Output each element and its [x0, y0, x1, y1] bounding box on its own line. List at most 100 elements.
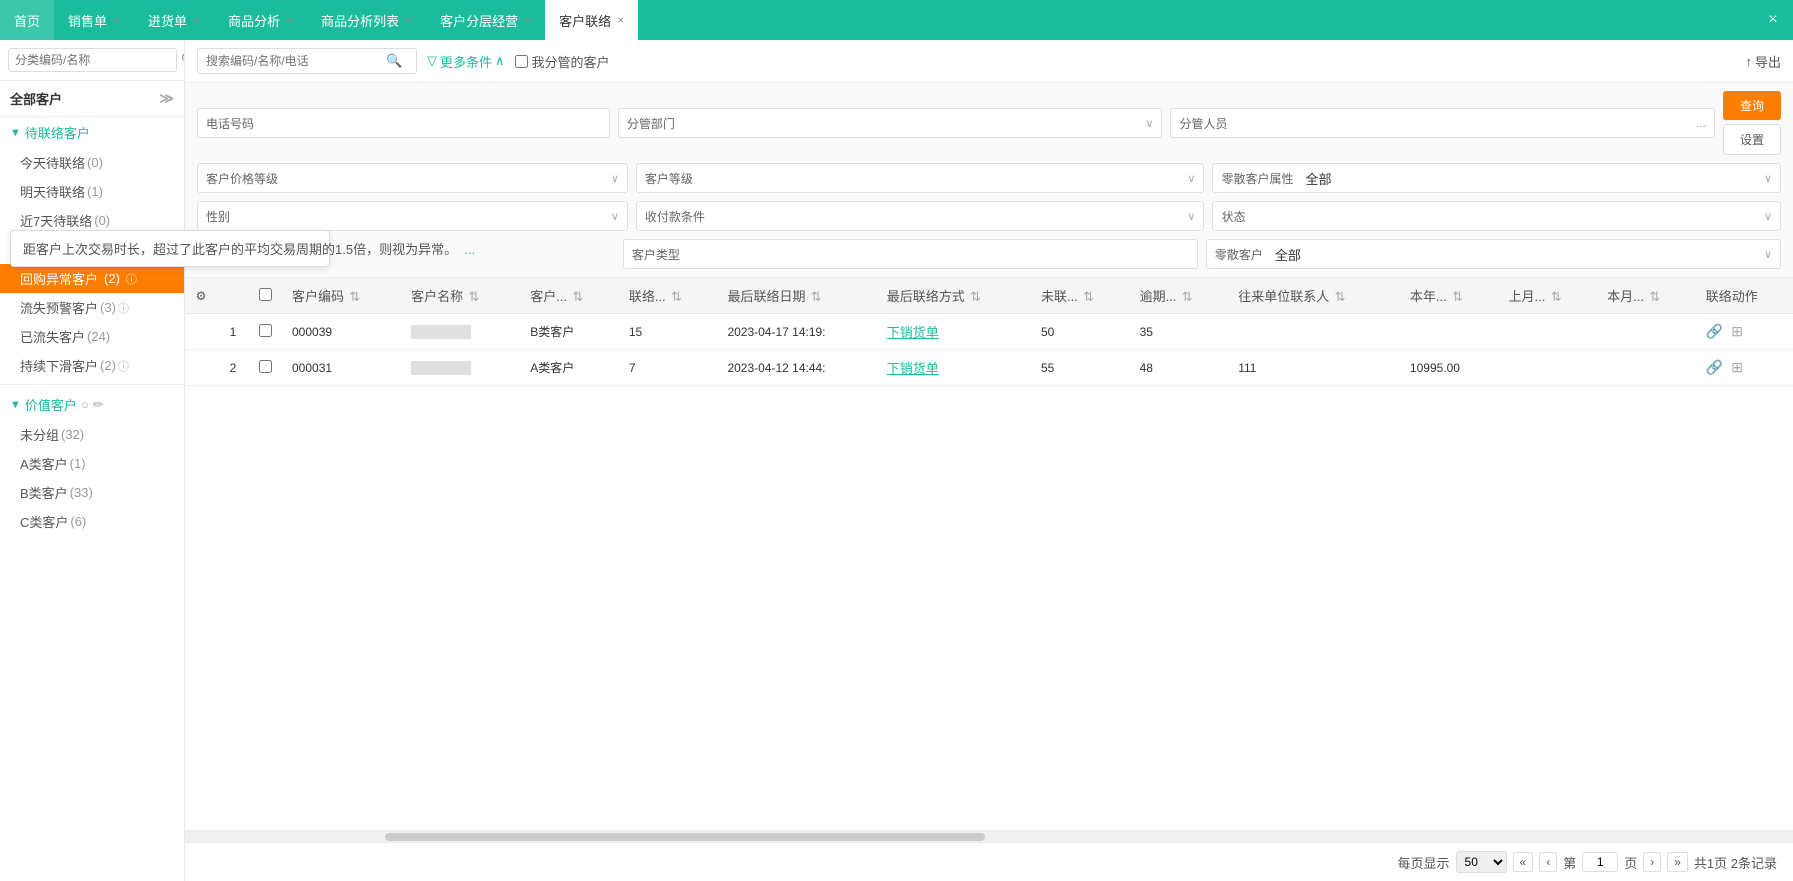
repurchase-abnormal-label: 回购异常客户 [20, 269, 98, 288]
sidebar-repurchase-abnormal[interactable]: 回购异常客户 (2) ⓘ [0, 264, 184, 293]
row1-type: B类客户 [520, 314, 619, 350]
phone-label: 电话号码 [206, 115, 254, 132]
retail-field[interactable]: 零散客户 全部 ∨ [1206, 239, 1781, 269]
col-last-date-sort[interactable]: ⇅ [811, 289, 822, 304]
scrollbar-thumb[interactable] [385, 833, 985, 841]
nav-customer-contact-close[interactable]: × [617, 13, 624, 27]
next-page-btn[interactable]: › [1643, 852, 1661, 872]
price-level-field[interactable]: 客户价格等级 ∨ [197, 163, 628, 193]
sidebar-collapse-btn[interactable]: ≫ [159, 90, 174, 107]
nav-customer-contact[interactable]: 客户联络 × [545, 0, 638, 40]
col-this-month-sort[interactable]: ⇅ [1649, 289, 1660, 304]
row2-select[interactable] [259, 360, 272, 373]
last-page-btn[interactable]: » [1667, 852, 1688, 872]
nav-sales[interactable]: 销售单 × [54, 0, 134, 40]
sidebar-tomorrow-pending[interactable]: 明天待联络 (1) [0, 177, 184, 206]
sidebar-c-class[interactable]: C类客户 (6) [0, 507, 184, 536]
row1-select[interactable] [259, 324, 272, 337]
query-button[interactable]: 查询 [1723, 91, 1781, 120]
col-not-contacted: 未联... ⇅ [1031, 278, 1130, 314]
nav-purchase-close[interactable]: × [193, 13, 200, 27]
retail-attr-field[interactable]: 零散客户属性 全部 ∨ [1212, 163, 1781, 193]
sidebar-ungrouped[interactable]: 未分组 (32) [0, 420, 184, 449]
col-last-way-sort[interactable]: ⇅ [970, 289, 981, 304]
row1-checkbox[interactable] [249, 314, 282, 350]
sidebar-today-pending[interactable]: 今天待联络 (0) [0, 148, 184, 177]
status-field[interactable]: 状态 ∨ [1212, 201, 1781, 231]
col-contact-sort[interactable]: ⇅ [671, 289, 682, 304]
col-last-month-label: 上月... [1509, 289, 1546, 304]
customer-level-field[interactable]: 客户等级 ∨ [636, 163, 1205, 193]
col-this-year-sort[interactable]: ⇅ [1452, 289, 1463, 304]
row2-last-way[interactable]: 下销货单 [877, 350, 1031, 386]
nav-analysis-close[interactable]: × [286, 13, 293, 27]
page-number-input[interactable] [1582, 852, 1618, 872]
col-checkbox[interactable] [249, 278, 282, 314]
export-label: 导出 [1755, 52, 1781, 71]
first-page-btn[interactable]: « [1513, 852, 1534, 872]
row1-last-way[interactable]: 下销货单 [877, 314, 1031, 350]
search-box: 🔍 [197, 48, 417, 74]
row2-this-year: 10995.00 [1400, 350, 1499, 386]
row1-grid-icon[interactable]: ⊞ [1731, 323, 1743, 340]
row2-checkbox[interactable] [249, 350, 282, 386]
row1-link-icon[interactable]: 🔗 [1706, 323, 1723, 340]
nav-customer-layer[interactable]: 客户分层经营 × [426, 0, 545, 40]
phone-field[interactable]: 电话号码 [197, 108, 610, 138]
gender-field[interactable]: 性别 ∨ [197, 201, 628, 231]
select-all-checkbox[interactable] [259, 288, 272, 301]
pending-contact-group[interactable]: ▼ 待联络客户 [0, 117, 184, 148]
value-customer-group[interactable]: ▼ 价值客户 ○ ✏ [0, 389, 184, 420]
col-type-sort[interactable]: ⇅ [572, 289, 583, 304]
sidebar-a-class[interactable]: A类客户 (1) [0, 449, 184, 478]
row2-last-way-link[interactable]: 下销货单 [887, 361, 939, 376]
nav-analysis[interactable]: 商品分析 × [214, 0, 307, 40]
ungrouped-count: (32) [61, 427, 84, 442]
sidebar-b-class[interactable]: B类客户 (33) [0, 478, 184, 507]
row2-action-icons: 🔗 ⊞ [1706, 359, 1783, 376]
export-btn[interactable]: ↑ 导出 [1745, 52, 1781, 71]
sidebar-search-input[interactable] [8, 48, 177, 72]
row1-last-way-link[interactable]: 下销货单 [887, 325, 939, 340]
close-all-tabs[interactable]: × [1753, 0, 1793, 40]
value-customer-more[interactable]: ○ [81, 397, 89, 412]
sidebar-continuous-down[interactable]: 持续下滑客户 (2) ⓘ [0, 351, 184, 380]
dept-field[interactable]: 分管部门 ∨ [618, 108, 1163, 138]
value-customer-edit[interactable]: ✏ [93, 397, 104, 413]
col-not-contacted-sort[interactable]: ⇅ [1083, 289, 1094, 304]
row2-link-icon[interactable]: 🔗 [1706, 359, 1723, 376]
row2-contact-person: 111 [1228, 350, 1400, 386]
status-arrow: ∨ [1764, 210, 1772, 223]
payment-field[interactable]: 收付款条件 ∨ [636, 201, 1205, 231]
sidebar-lost[interactable]: 已流失客户 (24) [0, 322, 184, 351]
prev-page-btn[interactable]: ‹ [1539, 852, 1557, 872]
dept-label: 分管部门 [627, 115, 675, 132]
row2-grid-icon[interactable]: ⊞ [1731, 359, 1743, 376]
settings-button[interactable]: 设置 [1723, 124, 1781, 155]
row1-last-month [1499, 314, 1598, 350]
nav-customer-layer-close[interactable]: × [524, 13, 531, 27]
col-name-sort[interactable]: ⇅ [468, 289, 479, 304]
col-code-sort[interactable]: ⇅ [349, 289, 360, 304]
col-contact-person-sort[interactable]: ⇅ [1335, 289, 1346, 304]
col-settings[interactable]: ⚙ [185, 278, 217, 314]
main-search-icon[interactable]: 🔍 [386, 53, 402, 69]
col-overdue-sort[interactable]: ⇅ [1182, 289, 1193, 304]
horizontal-scrollbar[interactable] [185, 830, 1793, 842]
more-conditions-btn[interactable]: ▽ 更多条件 ∧ [427, 52, 505, 71]
my-customer-checkbox[interactable] [515, 55, 528, 68]
nav-home[interactable]: 首页 [0, 0, 54, 40]
per-page-select[interactable]: 50 100 200 [1456, 851, 1507, 873]
col-last-month-sort[interactable]: ⇅ [1551, 289, 1562, 304]
customer-table: ⚙ 客户编码 ⇅ 客户名称 ⇅ 客户... ⇅ [185, 278, 1793, 386]
main-search-input[interactable] [206, 54, 386, 68]
sidebar-lost-pre[interactable]: 流失预警客户 (3) ⓘ [0, 293, 184, 322]
nav-analysis-list[interactable]: 商品分析列表 × [307, 0, 426, 40]
row1-action-icons: 🔗 ⊞ [1706, 323, 1783, 340]
person-field[interactable]: 分管人员 ... [1170, 108, 1715, 138]
nav-purchase[interactable]: 进货单 × [134, 0, 214, 40]
customer-type-field[interactable]: 客户类型 [623, 239, 1198, 269]
nav-sales-close[interactable]: × [113, 13, 120, 27]
nav-analysis-list-close[interactable]: × [405, 13, 412, 27]
row1-contact: 15 [619, 314, 718, 350]
